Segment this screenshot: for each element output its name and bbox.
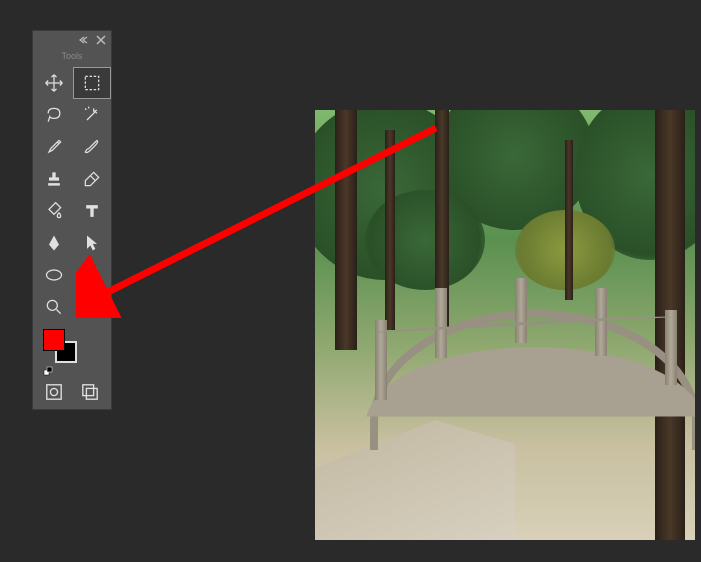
hand-tool[interactable] — [73, 259, 111, 291]
ellipse-tool[interactable] — [35, 259, 73, 291]
lasso-tool[interactable] — [35, 99, 73, 131]
tools-panel: Tools — [32, 30, 112, 410]
close-panel-icon[interactable] — [95, 34, 107, 46]
marquee-tool[interactable] — [73, 67, 111, 99]
default-colors-icon[interactable] — [43, 363, 53, 373]
more-tool[interactable] — [73, 291, 111, 323]
zoom-tool[interactable] — [35, 291, 73, 323]
eraser-tool[interactable] — [73, 163, 111, 195]
eyedropper-tool[interactable] — [35, 131, 73, 163]
panel-title: Tools — [33, 49, 111, 65]
color-swatches — [33, 325, 111, 375]
quick-mask-icon[interactable] — [37, 379, 71, 405]
collapse-panel-icon[interactable] — [77, 34, 89, 46]
type-tool[interactable] — [73, 195, 111, 227]
panel-header — [33, 31, 111, 49]
screen-mode-icon[interactable] — [73, 379, 107, 405]
move-tool[interactable] — [35, 67, 73, 99]
selection-arrow-tool[interactable] — [73, 227, 111, 259]
mode-row — [33, 375, 111, 409]
brush-tool[interactable] — [73, 131, 111, 163]
pen-tool[interactable] — [35, 227, 73, 259]
bridge-photo — [315, 110, 695, 540]
stamp-tool[interactable] — [35, 163, 73, 195]
foreground-color-swatch[interactable] — [43, 329, 65, 351]
bucket-tool[interactable] — [35, 195, 73, 227]
canvas-document[interactable] — [315, 110, 695, 540]
magic-wand-tool[interactable] — [73, 99, 111, 131]
tool-grid — [33, 65, 111, 325]
